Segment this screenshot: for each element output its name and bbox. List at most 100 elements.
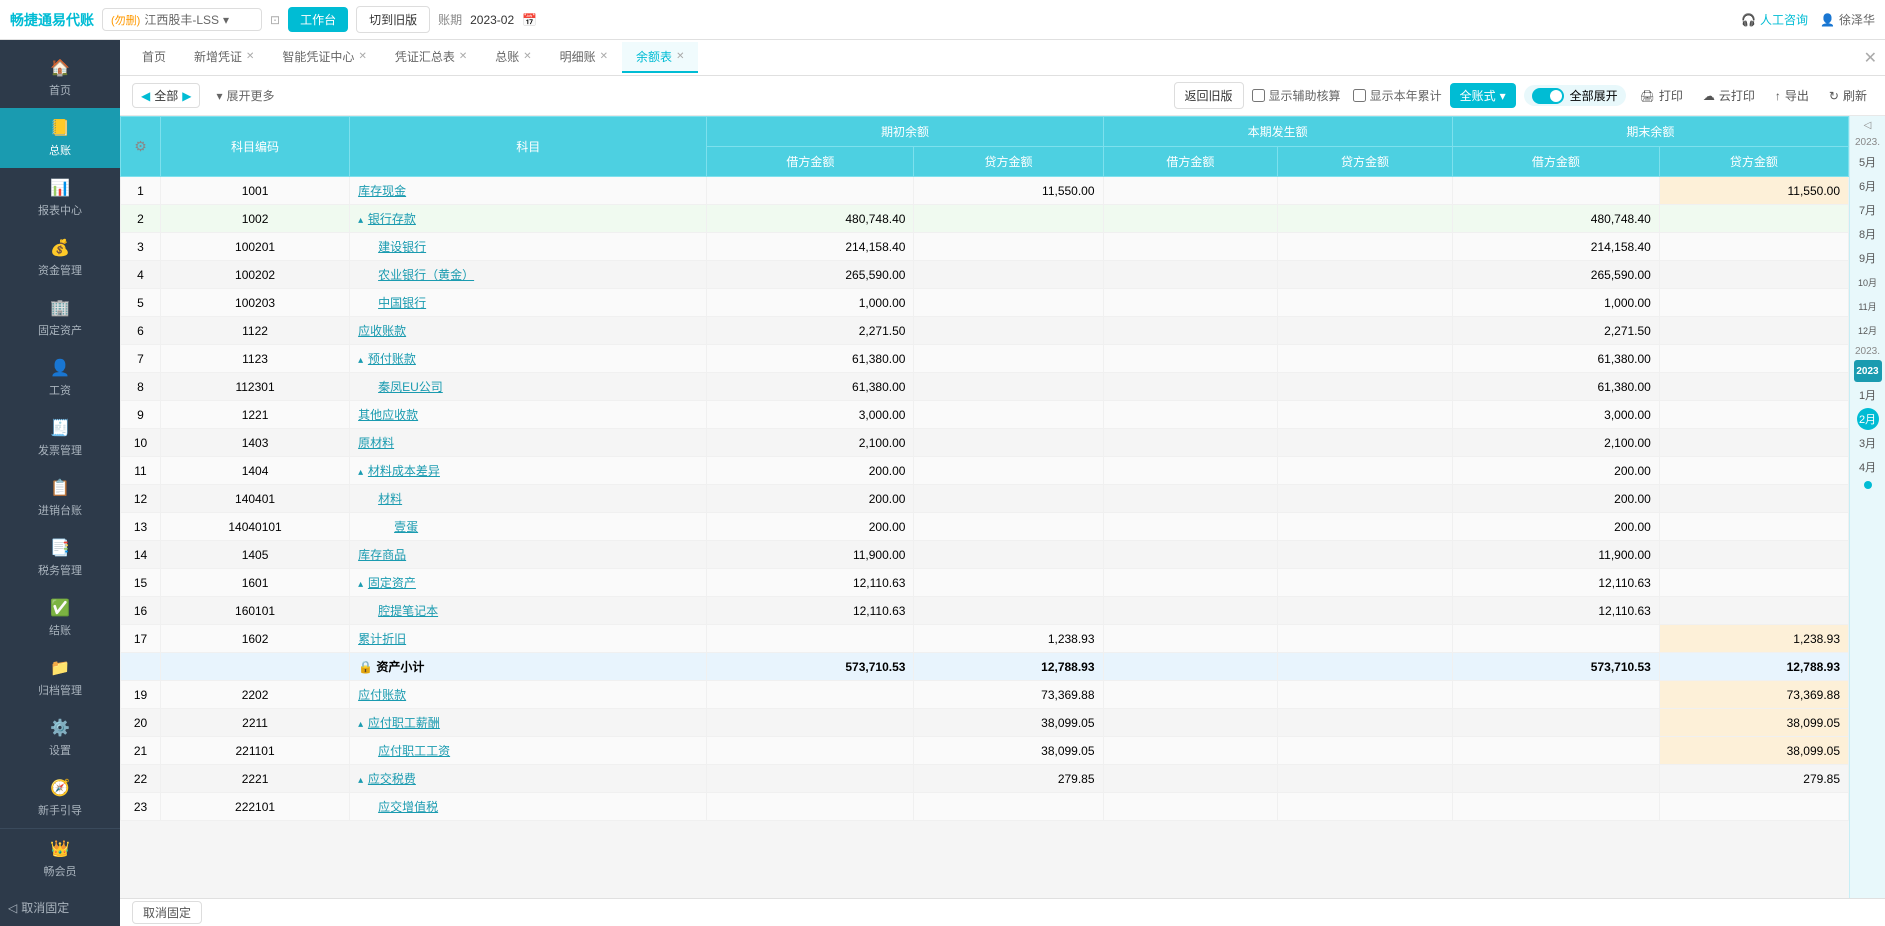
subject-link[interactable]: 应交增值税 [358, 800, 438, 814]
row-subject[interactable]: 原材料 [350, 429, 707, 457]
tab-detail[interactable]: 明细账 ✕ [546, 42, 622, 73]
subject-link[interactable]: 应交税费 [368, 772, 416, 786]
sidebar-item-member[interactable]: 👑 畅会员 [0, 829, 120, 889]
sidebar-item-guide[interactable]: 🧭 新手引导 [0, 768, 120, 828]
toggle-track[interactable] [1532, 88, 1564, 104]
subject-link[interactable]: 腔提笔记本 [358, 604, 438, 618]
month-8[interactable]: 8月 [1854, 223, 1882, 245]
month-10[interactable]: 10月 [1854, 271, 1882, 293]
expand-icon[interactable]: ▴ [358, 215, 366, 226]
export-button[interactable]: ↑ 导出 [1769, 84, 1815, 107]
expand-icon[interactable]: ▴ [358, 775, 366, 786]
row-subject[interactable]: 应交增值税 [350, 793, 707, 821]
row-subject[interactable]: ▴ 固定资产 [350, 569, 707, 597]
tab-voucher-summary-close[interactable]: ✕ [459, 51, 467, 62]
month-7[interactable]: 7月 [1854, 199, 1882, 221]
expand-icon[interactable]: ▴ [358, 355, 366, 366]
subject-link[interactable]: 库存现金 [358, 184, 406, 198]
subject-link[interactable]: 应付职工薪酬 [368, 716, 440, 730]
row-subject[interactable]: 库存现金 [350, 177, 707, 205]
unpin-fixed-button[interactable]: 取消固定 [132, 901, 202, 924]
refresh-button[interactable]: ↻ 刷新 [1823, 84, 1873, 107]
subject-link[interactable]: 库存商品 [358, 548, 406, 562]
month-6[interactable]: 6月 [1854, 175, 1882, 197]
expand-more-button[interactable]: ▾ 展开更多 [208, 84, 282, 107]
tab-ledger[interactable]: 总账 ✕ [481, 42, 545, 73]
row-subject[interactable]: 中国银行 [350, 289, 707, 317]
subject-link[interactable]: 农业银行（黄金） [358, 268, 474, 282]
tab-home[interactable]: 首页 [128, 42, 180, 73]
sidebar-item-assets[interactable]: 💰 资金管理 [0, 228, 120, 288]
row-subject[interactable]: 应付职工工资 [350, 737, 707, 765]
tab-smart-center-close[interactable]: ✕ [358, 51, 366, 62]
sidebar-item-invoice[interactable]: 🧾 发票管理 [0, 408, 120, 468]
sidebar-item-settings[interactable]: ⚙️ 设置 [0, 708, 120, 768]
month-5[interactable]: 5月 [1854, 151, 1882, 173]
sidebar-item-reports[interactable]: 📊 报表中心 [0, 168, 120, 228]
expand-panel-icon[interactable]: ◁ [1862, 120, 1873, 133]
row-subject[interactable]: ▴ 应付职工薪酬 [350, 709, 707, 737]
row-subject[interactable]: 材料 [350, 485, 707, 513]
month-3[interactable]: 3月 [1854, 432, 1882, 454]
row-subject[interactable]: 库存商品 [350, 541, 707, 569]
calendar-icon[interactable]: 📅 [522, 13, 537, 27]
sidebar-item-ledger[interactable]: 📒 总账 [0, 108, 120, 168]
expand-icon[interactable]: ▴ [358, 579, 366, 590]
row-subject[interactable]: 其他应收款 [350, 401, 707, 429]
tab-detail-close[interactable]: ✕ [600, 51, 608, 62]
unpin-button[interactable]: ◁ 取消固定 [0, 889, 120, 926]
month-4[interactable]: 4月 [1854, 456, 1882, 478]
row-subject[interactable]: ▴ 预付账款 [350, 345, 707, 373]
all-filter-button[interactable]: ◀ 全部 ▶ [132, 83, 200, 108]
tab-new-voucher[interactable]: 新增凭证 ✕ [180, 42, 268, 73]
sidebar-item-settle[interactable]: ✅ 结账 [0, 588, 120, 648]
auxiliary-checkbox-input[interactable] [1252, 89, 1265, 102]
sidebar-item-purchase[interactable]: 📋 进销台账 [0, 468, 120, 528]
ytd-checkbox-input[interactable] [1353, 89, 1366, 102]
row-subject[interactable]: 应付账款 [350, 681, 707, 709]
month-1[interactable]: 1月 [1854, 384, 1882, 406]
sidebar-item-salary[interactable]: 👤 工资 [0, 348, 120, 408]
expand-icon[interactable]: ▴ [358, 467, 366, 478]
row-subject[interactable]: ▴ 材料成本差异 [350, 457, 707, 485]
gear-icon[interactable]: ⚙ [134, 138, 147, 154]
cloud-print-button[interactable]: ☁ 云打印 [1697, 84, 1761, 107]
user-menu[interactable]: 👤 徐泽华 [1820, 11, 1875, 28]
sidebar-item-fixed[interactable]: 🏢 固定资产 [0, 288, 120, 348]
subject-link[interactable]: 应付职工工资 [358, 744, 450, 758]
row-subject[interactable]: 壹蛋 [350, 513, 707, 541]
tab-balance-close[interactable]: ✕ [676, 51, 684, 62]
row-subject[interactable]: 累计折旧 [350, 625, 707, 653]
subject-link[interactable]: 材料成本差异 [368, 464, 440, 478]
month-11[interactable]: 11月 [1854, 295, 1882, 317]
print-button[interactable]: 🖨 打印 [1634, 84, 1689, 107]
expand-icon[interactable]: ▴ [358, 719, 366, 730]
close-all-icon[interactable]: ✕ [1864, 48, 1877, 68]
row-subject[interactable]: 秦凤EU公司 [350, 373, 707, 401]
show-auxiliary-checkbox[interactable]: 显示辅助核算 [1252, 87, 1341, 104]
subject-link[interactable]: 预付账款 [368, 352, 416, 366]
col-settings-header[interactable]: ⚙ [121, 117, 161, 177]
subject-link[interactable]: 累计折旧 [358, 632, 406, 646]
show-ytd-checkbox[interactable]: 显示本年累计 [1353, 87, 1442, 104]
tab-voucher-summary[interactable]: 凭证汇总表 ✕ [381, 42, 481, 73]
return-oldversion-button[interactable]: 返回旧版 [1174, 82, 1244, 109]
row-subject[interactable]: 建设银行 [350, 233, 707, 261]
expand-all-toggle[interactable]: 全部展开 [1524, 85, 1626, 106]
tab-new-voucher-close[interactable]: ✕ [246, 51, 254, 62]
subject-link[interactable]: 材料 [358, 492, 402, 506]
sidebar-item-home[interactable]: 🏠 首页 [0, 48, 120, 108]
subject-link[interactable]: 秦凤EU公司 [358, 380, 443, 394]
subject-link[interactable]: 壹蛋 [358, 520, 418, 534]
row-subject[interactable]: ▴ 银行存款 [350, 205, 707, 233]
switch-oldversion-button[interactable]: 切到旧版 [356, 6, 430, 33]
tab-ledger-close[interactable]: ✕ [523, 51, 531, 62]
sidebar-item-tax[interactable]: 📑 税务管理 [0, 528, 120, 588]
subject-link[interactable]: 银行存款 [368, 212, 416, 226]
row-subject[interactable]: ▴ 应交税费 [350, 765, 707, 793]
tab-smart-center[interactable]: 智能凭证中心 ✕ [268, 42, 380, 73]
subject-link[interactable]: 建设银行 [358, 240, 426, 254]
subject-link[interactable]: 原材料 [358, 436, 394, 450]
month-12[interactable]: 12月 [1854, 319, 1882, 341]
year-2023-selector[interactable]: 2023 [1854, 360, 1882, 382]
